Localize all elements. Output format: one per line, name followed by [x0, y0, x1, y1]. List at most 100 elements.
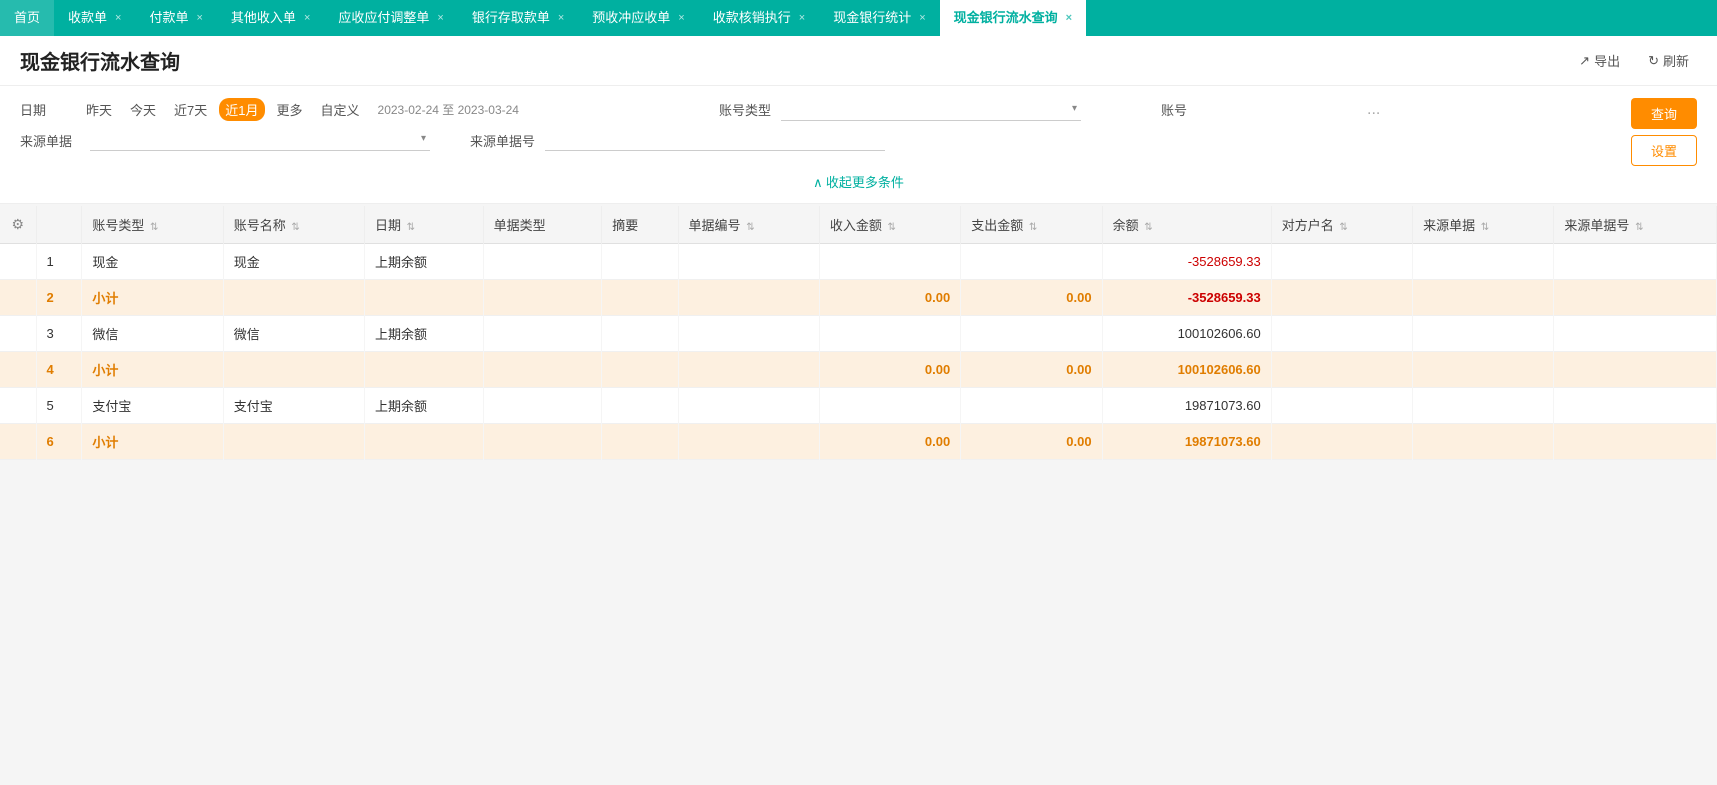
col-date[interactable]: 日期 ⇅ — [365, 206, 484, 244]
cell-doc-no — [678, 424, 819, 460]
nav-other-income[interactable]: 其他收入单 × — [217, 0, 324, 36]
cell-balance: 100102606.60 — [1102, 352, 1271, 388]
cell-income — [819, 316, 960, 352]
col-balance[interactable]: 余额 ⇅ — [1102, 206, 1271, 244]
query-button[interactable]: 查询 — [1631, 98, 1697, 129]
cell-source-doc-no — [1554, 244, 1717, 280]
date-filter-row: 日期 昨天 今天 近7天 近1月 更多 自定义 2023-02-24 至 202… — [20, 98, 1631, 121]
source-doc-input[interactable] — [90, 129, 417, 148]
cell-gear — [0, 352, 36, 388]
sort-account-type-icon: ⇅ — [150, 222, 158, 233]
cell-account-name — [223, 280, 364, 316]
close-receipt-icon[interactable]: × — [115, 0, 121, 36]
table-row[interactable]: 1 现金 现金 上期余额 -3528659.33 — [0, 244, 1717, 280]
date-btn-today[interactable]: 今天 — [124, 98, 162, 121]
table-row[interactable]: 5 支付宝 支付宝 上期余额 19871073.60 — [0, 388, 1717, 424]
sort-income-icon: ⇅ — [888, 222, 896, 233]
table-row[interactable]: 2 小计 0.00 0.00 -3528659.33 — [0, 280, 1717, 316]
cell-account-type: 小计 — [82, 352, 223, 388]
source-doc-no-label: 来源单据号 — [470, 131, 535, 150]
nav-prepay-offset[interactable]: 预收冲应收单 × — [578, 0, 698, 36]
sort-account-name-icon: ⇅ — [291, 222, 299, 233]
cell-expense: 0.00 — [961, 280, 1102, 316]
col-index — [36, 206, 82, 244]
cell-index: 2 — [36, 280, 82, 316]
sort-source-doc-icon: ⇅ — [1481, 222, 1489, 233]
top-navigation: 首页 收款单 × 付款单 × 其他收入单 × 应收应付调整单 × 银行存取款单 … — [0, 0, 1717, 36]
cell-income: 0.00 — [819, 424, 960, 460]
cell-account-type: 小计 — [82, 424, 223, 460]
close-other-income-icon[interactable]: × — [304, 0, 310, 36]
col-account-name[interactable]: 账号名称 ⇅ — [223, 206, 364, 244]
cell-index: 4 — [36, 352, 82, 388]
cell-gear — [0, 316, 36, 352]
table-row[interactable]: 3 微信 微信 上期余额 100102606.60 — [0, 316, 1717, 352]
table-row[interactable]: 4 小计 0.00 0.00 100102606.60 — [0, 352, 1717, 388]
cell-source-doc — [1413, 424, 1554, 460]
cell-doc-type — [483, 280, 602, 316]
table-row[interactable]: 6 小计 0.00 0.00 19871073.60 — [0, 424, 1717, 460]
col-expense[interactable]: 支出金额 ⇅ — [961, 206, 1102, 244]
nav-ar-ap-adjust[interactable]: 应收应付调整单 × — [324, 0, 457, 36]
account-type-arrow-icon[interactable]: ▾ — [1068, 103, 1081, 114]
source-doc-arrow-icon[interactable]: ▾ — [417, 133, 430, 144]
nav-receipt[interactable]: 收款单 × — [54, 0, 135, 36]
close-flow-icon[interactable]: × — [1066, 0, 1072, 36]
date-btn-yesterday[interactable]: 昨天 — [80, 98, 118, 121]
cell-gear — [0, 388, 36, 424]
close-prepay-icon[interactable]: × — [678, 0, 684, 36]
export-button[interactable]: ↗ 导出 — [1571, 47, 1628, 74]
nav-cash-stats[interactable]: 现金银行统计 × — [819, 0, 939, 36]
settings-button[interactable]: 设置 — [1631, 135, 1697, 166]
cell-counterparty — [1271, 424, 1412, 460]
cell-index: 1 — [36, 244, 82, 280]
col-source-doc-no[interactable]: 来源单据号 ⇅ — [1554, 206, 1717, 244]
date-btn-7days[interactable]: 近7天 — [168, 98, 213, 121]
date-btn-more[interactable]: 更多 — [271, 98, 309, 121]
nav-payment[interactable]: 付款单 × — [135, 0, 216, 36]
close-bank-deposit-icon[interactable]: × — [558, 0, 564, 36]
close-payment-icon[interactable]: × — [196, 0, 202, 36]
col-counterparty[interactable]: 对方户名 ⇅ — [1271, 206, 1412, 244]
cell-source-doc — [1413, 316, 1554, 352]
cell-gear — [0, 244, 36, 280]
gear-icon[interactable]: ⚙ — [11, 216, 24, 232]
sort-doc-no-icon: ⇅ — [746, 222, 754, 233]
col-source-doc[interactable]: 来源单据 ⇅ — [1413, 206, 1554, 244]
cell-income — [819, 388, 960, 424]
source-doc-filter-row: 来源单据 ▾ 来源单据号 — [20, 129, 1631, 151]
refresh-button[interactable]: ↻ 刷新 — [1640, 47, 1697, 74]
cell-balance: 100102606.60 — [1102, 316, 1271, 352]
nav-bank-deposit[interactable]: 银行存取款单 × — [458, 0, 578, 36]
nav-collection-exec[interactable]: 收款核销执行 × — [699, 0, 819, 36]
cell-counterparty — [1271, 352, 1412, 388]
account-no-dots[interactable]: ... — [1367, 101, 1380, 119]
cell-balance: 19871073.60 — [1102, 424, 1271, 460]
cell-date: 上期余额 — [365, 388, 484, 424]
cell-doc-type — [483, 316, 602, 352]
source-doc-no-input[interactable] — [545, 129, 885, 148]
source-doc-label: 来源单据 — [20, 131, 80, 150]
date-btn-1month[interactable]: 近1月 — [219, 98, 264, 121]
close-ar-ap-icon[interactable]: × — [437, 0, 443, 36]
cell-date: 上期余额 — [365, 316, 484, 352]
account-type-input[interactable] — [781, 99, 1068, 118]
col-doc-no[interactable]: 单据编号 ⇅ — [678, 206, 819, 244]
cell-account-name — [223, 424, 364, 460]
cell-index: 3 — [36, 316, 82, 352]
collapse-bar[interactable]: ∧ 收起更多条件 — [20, 166, 1697, 195]
account-type-label: 账号类型 — [719, 100, 771, 119]
date-btn-custom[interactable]: 自定义 — [315, 98, 366, 121]
table-wrap: ⚙ 账号类型 ⇅ 账号名称 ⇅ 日期 ⇅ 单据类型 — [0, 206, 1717, 460]
cell-account-name: 现金 — [223, 244, 364, 280]
cell-income: 0.00 — [819, 280, 960, 316]
col-gear[interactable]: ⚙ — [0, 206, 36, 244]
sort-balance-icon: ⇅ — [1144, 222, 1152, 233]
close-collection-icon[interactable]: × — [799, 0, 805, 36]
col-account-type[interactable]: 账号类型 ⇅ — [82, 206, 223, 244]
nav-home[interactable]: 首页 — [0, 0, 54, 36]
nav-cash-flow[interactable]: 现金银行流水查询 × — [940, 0, 1086, 36]
col-income[interactable]: 收入金额 ⇅ — [819, 206, 960, 244]
close-stats-icon[interactable]: × — [919, 0, 925, 36]
cell-doc-no — [678, 316, 819, 352]
